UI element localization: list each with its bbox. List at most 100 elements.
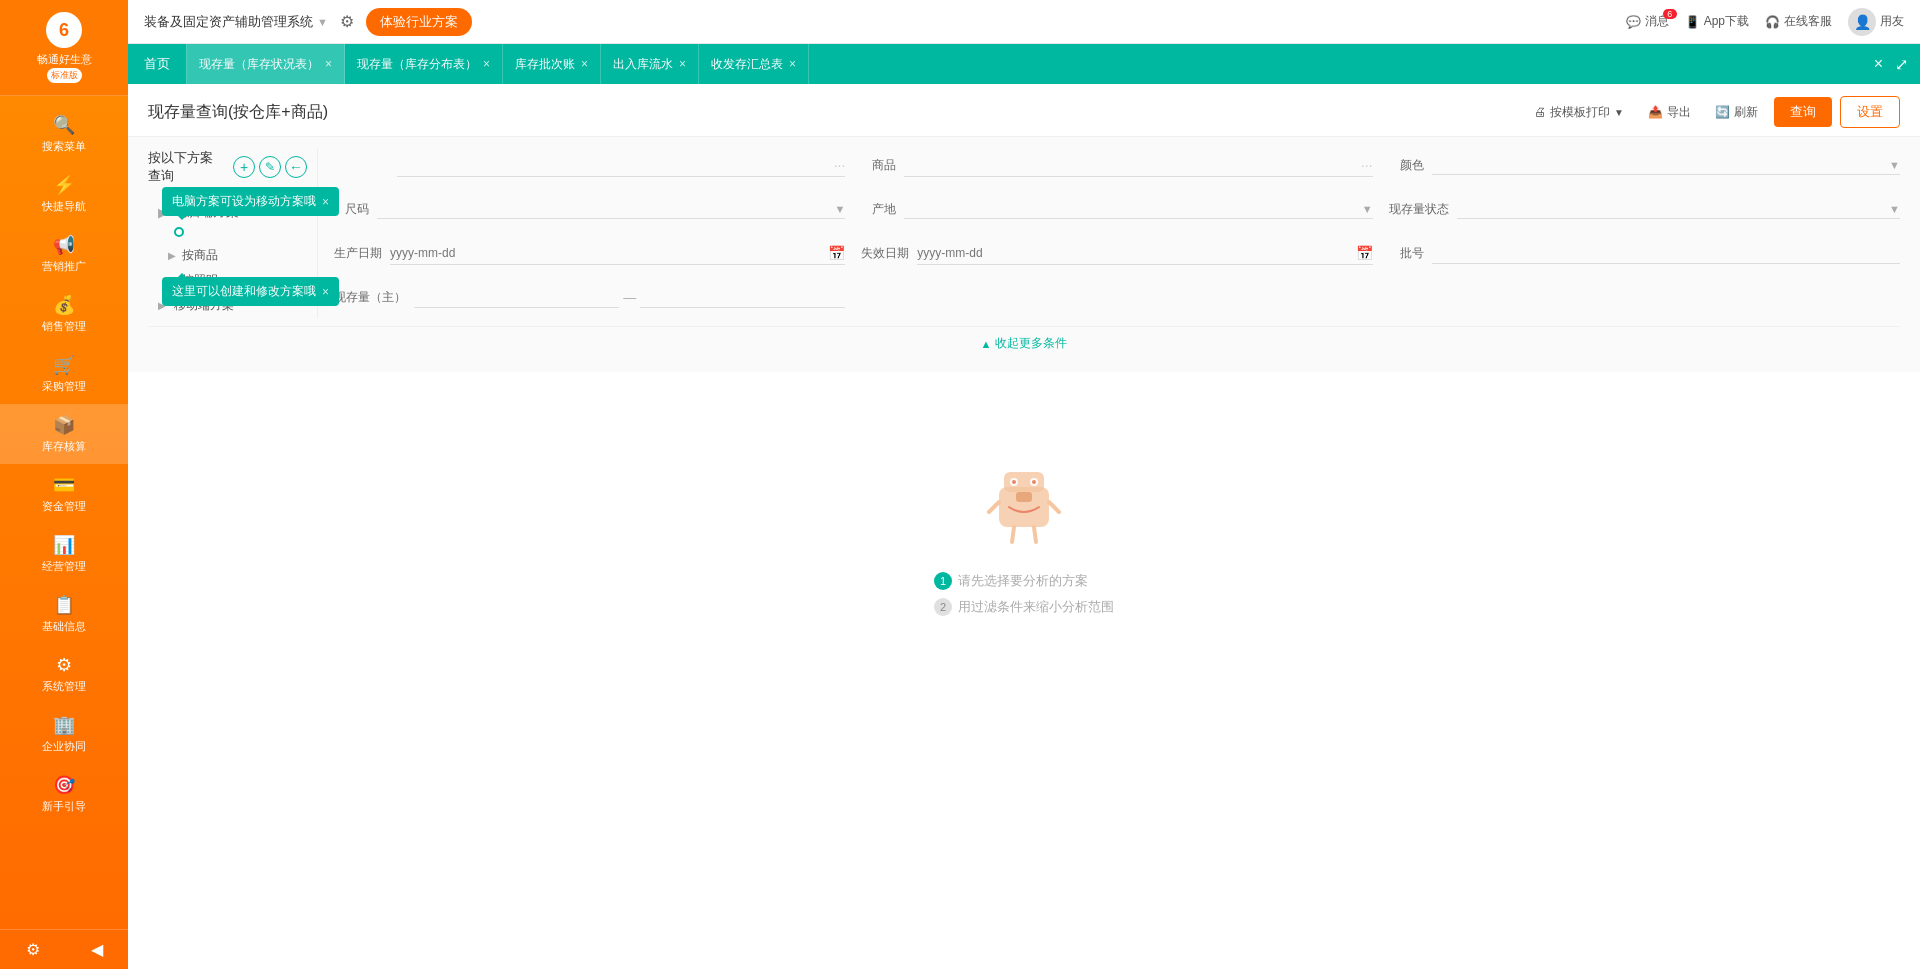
collapse-arrow-icon: ▲ [981,338,992,350]
tab-maximize-button[interactable]: ⤢ [1891,51,1912,78]
empty-tip-1: 1 请先选择要分析的方案 [934,568,1114,594]
sidebar-item-purchase[interactable]: 🛒 采购管理 [0,344,128,404]
tip-num-1: 1 [934,572,952,590]
tab-home[interactable]: 首页 [128,44,187,84]
expiry-date-input[interactable] [917,246,1351,260]
warehouse-select[interactable]: ··· [397,154,845,177]
product-label: 商品 [861,157,896,174]
tip-num-2: 2 [934,598,952,616]
print-button[interactable]: 🖨 按模板打印 ▼ [1526,100,1632,125]
marketing-icon: 📢 [53,234,75,256]
stock-qty-dash: — [623,290,636,305]
tab-inventory-dist[interactable]: 现存量（库存分布表） × [345,44,503,84]
sidebar-item-finance[interactable]: 💳 资金管理 [0,464,128,524]
filter-product: 商品 ··· [861,149,1372,181]
filter-stock-qty: 现存量（主） — [334,281,845,313]
filter-batch: 批号 [1389,237,1900,269]
size-select[interactable]: ▼ [377,200,845,219]
tab-close-recv-send[interactable]: × [789,57,796,71]
svg-point-4 [1012,480,1016,484]
filter-stock-status: 现存量状态 ▼ [1389,193,1900,225]
tab-close-inventory-status[interactable]: × [325,57,332,71]
logo-text: 畅通好生意 [37,52,92,66]
filter-expiry-date: 失效日期 📅 [861,237,1372,269]
sidebar-item-marketing[interactable]: 📢 营销推广 [0,224,128,284]
sidebar-item-system[interactable]: ⚙ 系统管理 [0,644,128,704]
tab-inout-flow[interactable]: 出入库流水 × [601,44,699,84]
sidebar-item-inventory[interactable]: 📦 库存核算 [0,404,128,464]
sidebar-item-enterprise[interactable]: 🏢 企业协同 [0,704,128,764]
svg-line-10 [1034,527,1036,542]
add-scheme-button[interactable]: + [233,156,255,178]
collapse-button[interactable]: ▲ 收起更多条件 [148,326,1900,360]
export-button[interactable]: 📤 导出 [1640,100,1699,125]
sidebar-item-operations[interactable]: 📊 经营管理 [0,524,128,584]
tab-close-inventory-dist[interactable]: × [483,57,490,71]
settings-button[interactable]: ⚙ [26,940,40,959]
svg-point-5 [1032,480,1036,484]
settings-page-button[interactable]: 设置 [1840,96,1900,128]
tooltip-pc-close[interactable]: × [322,195,329,209]
sidebar-bottom: ⚙ ◀ [0,929,128,969]
query-button[interactable]: 查询 [1774,97,1832,127]
notification-button[interactable]: 💬 消息 6 [1626,13,1669,30]
tab-close-batch-ledger[interactable]: × [581,57,588,71]
product-more-icon: ··· [1361,157,1373,173]
header-gear-icon[interactable]: ⚙ [340,12,354,31]
collapse-sidebar-button[interactable]: ◀ [91,940,103,959]
expiry-date-label: 失效日期 [861,245,909,262]
sidebar-item-guide[interactable]: 🎯 新手引导 [0,764,128,824]
tab-recv-send[interactable]: 收发存汇总表 × [699,44,809,84]
header-right: 💬 消息 6 📱 App下载 🎧 在线客服 👤 用友 [1626,8,1904,36]
tab-batch-ledger[interactable]: 库存批次账 × [503,44,601,84]
sidebar-item-basic-info[interactable]: 📋 基础信息 [0,584,128,644]
expiry-date-calendar-icon[interactable]: 📅 [1356,245,1373,261]
page-title: 现存量查询(按仓库+商品) [148,102,328,123]
sidebar-item-sales[interactable]: 💰 销售管理 [0,284,128,344]
product-select[interactable]: ··· [904,154,1372,177]
color-select[interactable]: ▼ [1432,156,1900,175]
prod-date-calendar-icon[interactable]: 📅 [828,245,845,261]
trial-button[interactable]: 体验行业方案 [366,8,472,36]
empty-state: 1 请先选择要分析的方案 2 用过滤条件来缩小分析范围 [128,372,1920,700]
svg-line-9 [1012,527,1014,542]
purchase-icon: 🛒 [53,354,75,376]
app-download-label: App下载 [1704,13,1749,30]
online-support-button[interactable]: 🎧 在线客服 [1765,13,1832,30]
scheme-sub-item-product[interactable]: ▶ 按商品 [168,243,307,268]
tab-close-all-button[interactable]: × [1870,51,1887,77]
page-title-bar: 现存量查询(按仓库+商品) 🖨 按模板打印 ▼ 📤 导出 🔄 刷新 查询 设置 [128,84,1920,136]
stock-qty-from[interactable] [414,290,619,304]
tab-inventory-status[interactable]: 现存量（库存状况表） × [187,44,345,84]
refresh-button[interactable]: 🔄 刷新 [1707,100,1766,125]
svg-rect-6 [1016,492,1032,502]
filter-color: 颜色 ▼ [1389,149,1900,181]
system-name-dropdown[interactable]: 装备及固定资产辅助管理系统 ▼ [144,13,328,31]
scheme-sub-label: 按商品 [182,247,218,264]
tooltip-edit-scheme: 这里可以创建和修改方案哦 × [162,277,339,306]
empty-tips: 1 请先选择要分析的方案 2 用过滤条件来缩小分析范围 [934,568,1114,620]
stock-status-arrow-icon: ▼ [1889,203,1900,215]
tab-close-inout-flow[interactable]: × [679,57,686,71]
stock-status-select[interactable]: ▼ [1457,200,1900,219]
user-menu[interactable]: 👤 用友 [1848,8,1904,36]
stock-qty-to[interactable] [640,290,845,304]
back-scheme-button[interactable]: ← [285,156,307,178]
edit-scheme-button[interactable]: ✎ [259,156,281,178]
header-left: 装备及固定资产辅助管理系统 ▼ ⚙ 体验行业方案 [144,8,472,36]
origin-select[interactable]: ▼ [904,200,1372,219]
sidebar-item-search[interactable]: 🔍 搜索菜单 [0,104,128,164]
tooltip-edit-close[interactable]: × [322,285,329,299]
support-icon: 🎧 [1765,15,1780,29]
app-download-button[interactable]: 📱 App下载 [1685,13,1749,30]
sidebar-nav: 🔍 搜索菜单 ⚡ 快捷导航 📢 营销推广 💰 销售管理 🛒 采购管理 📦 库存核… [0,96,128,929]
tooltip-pc-scheme: 电脑方案可设为移动方案哦 × [162,187,339,216]
app-download-icon: 📱 [1685,15,1700,29]
sidebar-item-quick-nav[interactable]: ⚡ 快捷导航 [0,164,128,224]
username: 用友 [1880,13,1904,30]
color-label: 颜色 [1389,157,1424,174]
prod-date-input[interactable] [390,246,824,260]
logo-area: 6 畅通好生意 标准版 [0,0,128,96]
batch-input[interactable] [1432,246,1900,260]
avatar: 👤 [1848,8,1876,36]
